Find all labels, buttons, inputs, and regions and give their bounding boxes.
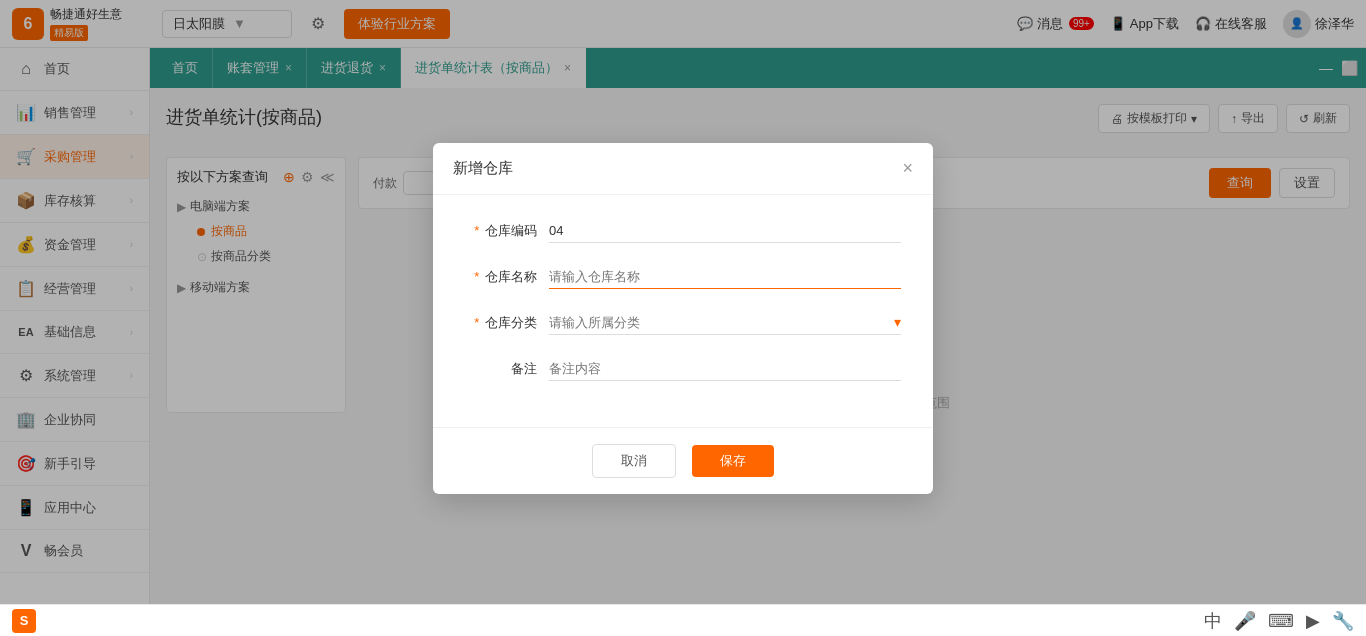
dialog-footer: 取消 保存 [433, 427, 933, 494]
chinese-input-icon[interactable]: 中 [1204, 609, 1222, 633]
form-control-remark [549, 357, 901, 381]
mic-icon[interactable]: 🎤 [1234, 610, 1256, 632]
category-dropdown-icon: ▾ [894, 314, 901, 330]
cancel-button[interactable]: 取消 [592, 444, 676, 478]
form-control-category: ▾ [549, 311, 901, 335]
form-label-name: 仓库名称 [465, 268, 537, 286]
play-icon[interactable]: ▶ [1306, 610, 1320, 632]
warehouse-name-input[interactable] [549, 265, 901, 289]
form-row-remark: 备注 [465, 357, 901, 381]
form-label-code: 仓库编码 [465, 222, 537, 240]
dialog-close-button[interactable]: × [902, 159, 913, 177]
warehouse-code-input[interactable] [549, 219, 901, 243]
form-label-remark: 备注 [465, 360, 537, 378]
dialog-body: 仓库编码 仓库名称 仓库分类 [433, 195, 933, 427]
keyboard-icon[interactable]: ⌨ [1268, 610, 1294, 632]
new-warehouse-dialog: 新增仓库 × 仓库编码 仓库名称 [433, 143, 933, 494]
warehouse-category-input[interactable] [549, 311, 894, 334]
dialog-title: 新增仓库 [453, 159, 513, 178]
form-row-category: 仓库分类 ▾ [465, 311, 901, 335]
warehouse-remark-input[interactable] [549, 357, 901, 381]
save-button[interactable]: 保存 [692, 445, 774, 477]
s-logo: S [12, 609, 36, 633]
form-control-name [549, 265, 901, 289]
bottom-bar: S 中 🎤 ⌨ ▶ 🔧 [0, 604, 1366, 636]
category-select-wrap[interactable]: ▾ [549, 311, 901, 335]
bottom-logo: S [12, 609, 36, 633]
settings-icon[interactable]: 🔧 [1332, 610, 1354, 632]
modal-overlay: 新增仓库 × 仓库编码 仓库名称 [0, 0, 1366, 636]
dialog-header: 新增仓库 × [433, 143, 933, 195]
form-control-code [549, 219, 901, 243]
form-row-name: 仓库名称 [465, 265, 901, 289]
form-row-code: 仓库编码 [465, 219, 901, 243]
form-label-category: 仓库分类 [465, 314, 537, 332]
